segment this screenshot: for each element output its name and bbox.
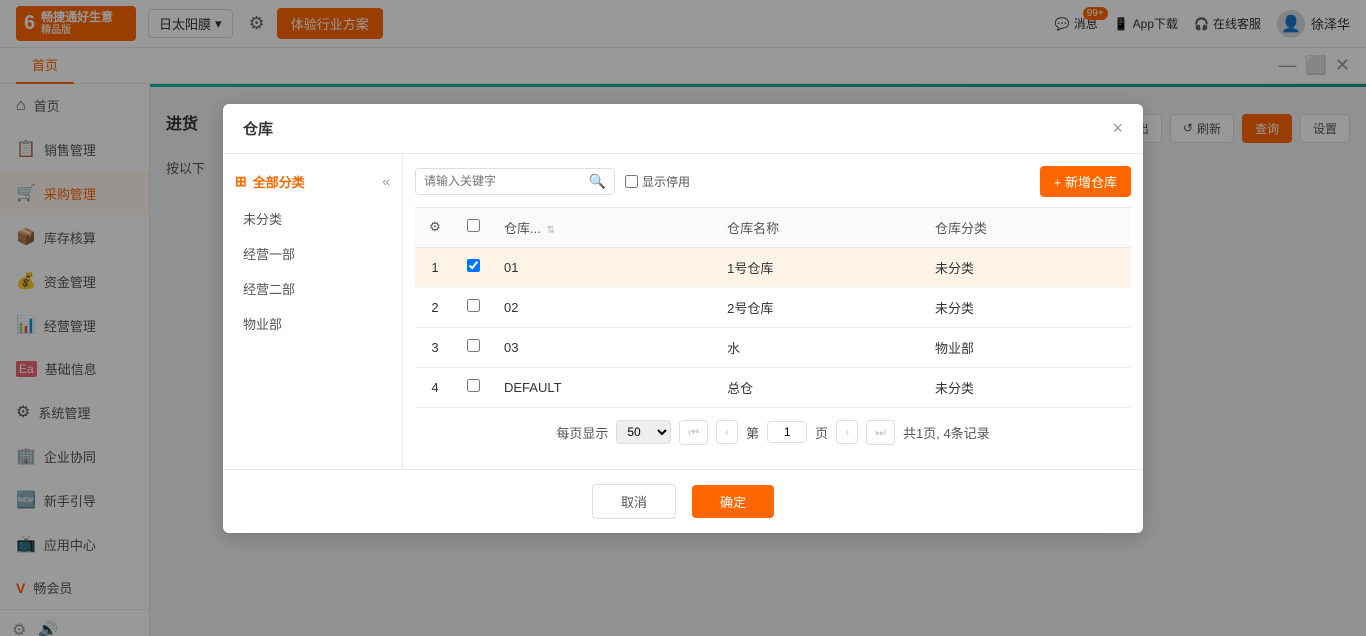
row-category: 未分类 (923, 367, 1131, 407)
pagination: 每页显示 501020100 ⏮ ‹ 第 页 › ⏭ 共1页, 4条记录 (415, 408, 1131, 457)
page-unit: 页 (815, 423, 828, 442)
collapse-button[interactable]: « (382, 173, 390, 189)
modal-title: 仓库 (243, 118, 273, 139)
category-item-ops1[interactable]: 经营一部 (223, 236, 402, 271)
page-size-select[interactable]: 501020100 (616, 420, 671, 444)
next-page-button[interactable]: › (836, 420, 858, 444)
table-toolbar: 🔍 显示停用 + 新增仓库 (415, 166, 1131, 197)
row-num: 3 (415, 327, 455, 367)
warehouse-modal: 仓库 × ⊞ 全部分类 « 未分类 经营一部 (223, 104, 1143, 533)
table-row[interactable]: 1 01 1号仓库 未分类 (415, 247, 1131, 287)
category-item-uncategorized[interactable]: 未分类 (223, 201, 402, 236)
show-disabled-checkbox[interactable] (625, 175, 638, 188)
page-label: 第 (746, 423, 759, 442)
row-name: 2号仓库 (715, 287, 923, 327)
row-category: 未分类 (923, 287, 1131, 327)
col-checkbox (455, 207, 492, 247)
prev-page-button[interactable]: ‹ (716, 420, 738, 444)
row-num: 4 (415, 367, 455, 407)
row-name: 水 (715, 327, 923, 367)
page-size-label: 每页显示 (556, 423, 608, 442)
row-name: 1号仓库 (715, 247, 923, 287)
col-category: 仓库分类 (923, 207, 1131, 247)
table-row[interactable]: 4 DEFAULT 总仓 未分类 (415, 367, 1131, 407)
modal-overlay: 仓库 × ⊞ 全部分类 « 未分类 经营一部 (0, 0, 1366, 636)
cancel-button[interactable]: 取消 (592, 484, 676, 519)
search-input[interactable] (424, 174, 583, 188)
row-num: 2 (415, 287, 455, 327)
row-code: 02 (492, 287, 715, 327)
row-code: 01 (492, 247, 715, 287)
last-page-button[interactable]: ⏭ (866, 420, 895, 445)
row-name: 总仓 (715, 367, 923, 407)
category-item-property[interactable]: 物业部 (223, 306, 402, 341)
warehouse-table: ⚙ 仓库... ⇅ 仓库名称 (415, 207, 1131, 408)
table-row[interactable]: 3 03 水 物业部 (415, 327, 1131, 367)
modal-body: ⊞ 全部分类 « 未分类 经营一部 经营二部 物业部 (223, 154, 1143, 469)
modal-footer: 取消 确定 (223, 469, 1143, 533)
select-all-checkbox[interactable] (467, 219, 480, 232)
col-code: 仓库... ⇅ (492, 207, 715, 247)
category-header: ⊞ 全部分类 « (223, 166, 402, 197)
all-category[interactable]: ⊞ 全部分类 (235, 172, 305, 191)
row-checkbox[interactable] (455, 287, 492, 327)
all-category-label: 全部分类 (253, 172, 305, 191)
col-settings: ⚙ (415, 207, 455, 247)
col-name: 仓库名称 (715, 207, 923, 247)
modal-close-button[interactable]: × (1112, 118, 1123, 139)
row-checkbox[interactable] (455, 247, 492, 287)
confirm-button[interactable]: 确定 (692, 485, 774, 518)
row-checkbox[interactable] (455, 327, 492, 367)
row-category: 物业部 (923, 327, 1131, 367)
page-input[interactable] (767, 421, 807, 443)
row-checkbox[interactable] (455, 367, 492, 407)
row-code: 03 (492, 327, 715, 367)
search-wrap: 🔍 (415, 168, 615, 195)
table-row[interactable]: 2 02 2号仓库 未分类 (415, 287, 1131, 327)
sort-icon-code: ⇅ (546, 225, 554, 236)
grid-icon: ⊞ (235, 173, 247, 190)
row-category: 未分类 (923, 247, 1131, 287)
add-warehouse-button[interactable]: + 新增仓库 (1040, 166, 1131, 197)
search-icon: 🔍 (589, 173, 606, 190)
first-page-button[interactable]: ⏮ (679, 420, 708, 445)
modal-header: 仓库 × (223, 104, 1143, 154)
row-code: DEFAULT (492, 367, 715, 407)
total-info: 共1页, 4条记录 (903, 423, 990, 442)
table-panel: 🔍 显示停用 + 新增仓库 ⚙ (403, 154, 1143, 469)
row-num: 1 (415, 247, 455, 287)
show-disabled-label[interactable]: 显示停用 (625, 173, 690, 190)
category-panel: ⊞ 全部分类 « 未分类 经营一部 经营二部 物业部 (223, 154, 403, 469)
category-item-ops2[interactable]: 经营二部 (223, 271, 402, 306)
